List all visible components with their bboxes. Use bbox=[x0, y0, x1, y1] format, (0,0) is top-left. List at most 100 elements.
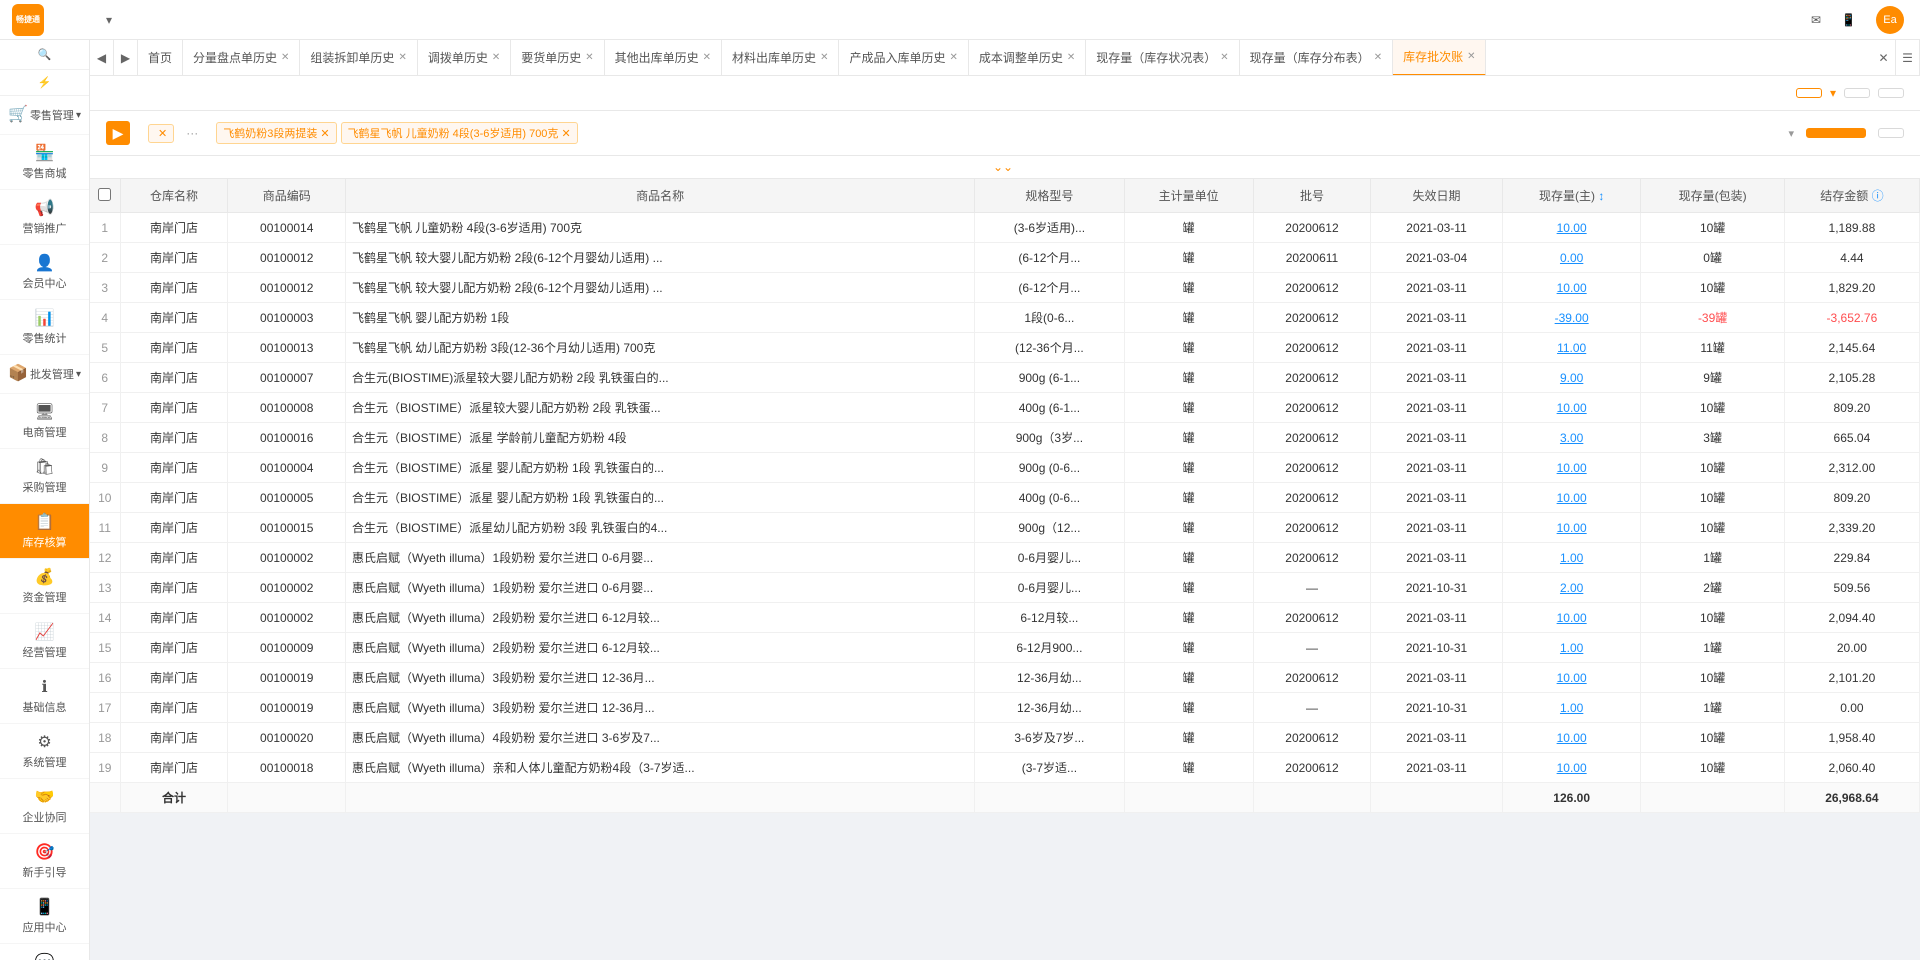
info-icon-amount[interactable]: ⓘ bbox=[1872, 189, 1884, 203]
cell-8-qty-main[interactable]: 3.00 bbox=[1502, 423, 1641, 453]
warehouse-tag-close[interactable]: ✕ bbox=[158, 127, 167, 140]
tab-transfer[interactable]: 调拨单历史 ✕ bbox=[418, 40, 511, 76]
sidebar-item-retail_shop[interactable]: 🏪 零售商城 bbox=[0, 135, 89, 190]
tab-prev-btn[interactable]: ◀ bbox=[90, 40, 114, 76]
sort-icon-qty[interactable]: ↕ bbox=[1598, 189, 1604, 203]
cell-10-expire: 2021-03-11 bbox=[1371, 483, 1503, 513]
tab-inventory_status[interactable]: 现存量（库存状况表） ✕ bbox=[1086, 40, 1239, 76]
cell-13-expire: 2021-10-31 bbox=[1371, 573, 1503, 603]
cell-2-qty-main[interactable]: 0.00 bbox=[1502, 243, 1641, 273]
cell-11-qty-main[interactable]: 10.00 bbox=[1502, 513, 1641, 543]
template-print-btn[interactable] bbox=[1796, 88, 1822, 98]
sidebar-item-retail_stat[interactable]: 📊 零售统计 bbox=[0, 300, 89, 355]
cell-1-amount: 1,189.88 bbox=[1784, 213, 1919, 243]
tab-other_out[interactable]: 其他出库单历史 ✕ bbox=[605, 40, 722, 76]
message-action[interactable]: ✉ bbox=[1811, 13, 1825, 27]
cell-13-qty-main[interactable]: 2.00 bbox=[1502, 573, 1641, 603]
cell-6-qty-main[interactable]: 9.00 bbox=[1502, 363, 1641, 393]
tab-close-other_out[interactable]: ✕ bbox=[703, 52, 711, 63]
sidebar-item-purchase[interactable]: 🛍 采购管理 bbox=[0, 449, 89, 504]
tab-inventory_dist[interactable]: 现存量（库存分布表） ✕ bbox=[1240, 40, 1393, 76]
cell-15-amount: 20.00 bbox=[1784, 633, 1919, 663]
sidebar-item-guide[interactable]: 🎯 新手引导 bbox=[0, 834, 89, 889]
sidebar-item-wholesale[interactable]: 📦 批发管理 ▾ bbox=[0, 355, 89, 394]
tab-close-inventory_batch[interactable]: ✕ bbox=[1467, 51, 1475, 62]
tab-close-disassembly[interactable]: ✕ bbox=[398, 52, 406, 63]
sidebar-item-inventory[interactable]: 📋 库存核算 bbox=[0, 504, 89, 559]
tab-cost_adjust[interactable]: 成本调整单历史 ✕ bbox=[969, 40, 1086, 76]
cell-13-name: 惠氏启赋（Wyeth illuma）1段奶粉 爱尔兰进口 0-6月婴... bbox=[345, 573, 974, 603]
cell-11-spec: 900g（12... bbox=[975, 513, 1124, 543]
cell-8-seq: 8 bbox=[90, 423, 120, 453]
sidebar-item-member[interactable]: 👤 会员中心 bbox=[0, 245, 89, 300]
tab-inventory_batch[interactable]: 库存批次账 ✕ bbox=[1393, 40, 1486, 76]
tab-close-split_inventory[interactable]: ✕ bbox=[281, 52, 289, 63]
sidebar-item-enterprise[interactable]: 🤝 企业协同 bbox=[0, 779, 89, 834]
cell-9-qty-main[interactable]: 10.00 bbox=[1502, 453, 1641, 483]
tab-close-transfer[interactable]: ✕ bbox=[492, 52, 500, 63]
cell-7-qty-main[interactable]: 10.00 bbox=[1502, 393, 1641, 423]
sidebar-icon-operations: 📈 bbox=[35, 622, 55, 642]
query-btn[interactable] bbox=[1806, 128, 1866, 138]
tab-close-btn[interactable]: ✕ bbox=[1872, 40, 1896, 76]
filter-dropdown-btn[interactable]: ▾ bbox=[1788, 127, 1794, 140]
cell-5-qty-main[interactable]: 11.00 bbox=[1502, 333, 1641, 363]
cell-18-unit: 罐 bbox=[1124, 723, 1253, 753]
tab-next-btn[interactable]: ▶ bbox=[114, 40, 138, 76]
sidebar-quick-nav[interactable]: ⚡ bbox=[0, 70, 89, 96]
tab-requisition[interactable]: 要货单历史 ✕ bbox=[511, 40, 604, 76]
tab-home[interactable]: 首页 bbox=[138, 40, 183, 76]
tab-material_out[interactable]: 材料出库单历史 ✕ bbox=[722, 40, 839, 76]
product-tag-close-1[interactable]: ✕ bbox=[561, 127, 570, 140]
cell-18-qty-main[interactable]: 10.00 bbox=[1502, 723, 1641, 753]
tab-close-cost_adjust[interactable]: ✕ bbox=[1067, 52, 1075, 63]
sidebar-item-app_center[interactable]: 📱 应用中心 bbox=[0, 889, 89, 944]
cell-16-qty-main[interactable]: 10.00 bbox=[1502, 663, 1641, 693]
cell-10-qty-main[interactable]: 10.00 bbox=[1502, 483, 1641, 513]
sidebar-item-operations[interactable]: 📈 经营管理 bbox=[0, 614, 89, 669]
total-cell-0 bbox=[90, 783, 120, 813]
cell-14-qty-main[interactable]: 10.00 bbox=[1502, 603, 1641, 633]
dropdown-icon[interactable]: ▾ bbox=[106, 13, 112, 27]
cell-19-qty-main[interactable]: 10.00 bbox=[1502, 753, 1641, 783]
sidebar-item-marketing[interactable]: 📢 营销推广 bbox=[0, 190, 89, 245]
sidebar-item-finance[interactable]: 💰 资金管理 bbox=[0, 559, 89, 614]
sidebar-item-system[interactable]: ⚙ 系统管理 bbox=[0, 724, 89, 779]
col-header-5: 主计量单位 bbox=[1124, 179, 1253, 213]
expand-more-btn[interactable]: ⌄⌄ bbox=[993, 160, 1017, 174]
cell-12-qty-pack: 1罐 bbox=[1641, 543, 1784, 573]
total-cell-4 bbox=[975, 783, 1124, 813]
sidebar-item-wechat[interactable]: 💬 企业微信 bbox=[0, 944, 89, 960]
sidebar-item-basic[interactable]: ℹ 基础信息 bbox=[0, 669, 89, 724]
sidebar-search[interactable]: 🔍 bbox=[0, 40, 89, 70]
tab-split_inventory[interactable]: 分量盘点单历史 ✕ bbox=[183, 40, 300, 76]
cell-4-qty-main[interactable]: -39.00 bbox=[1502, 303, 1641, 333]
tab-disassembly[interactable]: 组装拆卸单历史 ✕ bbox=[300, 40, 417, 76]
cell-12-qty-main[interactable]: 1.00 bbox=[1502, 543, 1641, 573]
cell-17-qty-main[interactable]: 1.00 bbox=[1502, 693, 1641, 723]
settings-btn-right[interactable] bbox=[1878, 128, 1904, 138]
refresh-btn[interactable] bbox=[1878, 88, 1904, 98]
filter-expand-btn[interactable]: ▶ bbox=[106, 121, 130, 145]
app-download-action[interactable]: 📱 bbox=[1841, 13, 1860, 27]
total-amount: 26,968.64 bbox=[1784, 783, 1919, 813]
template-print-arrow[interactable]: ▾ bbox=[1830, 86, 1836, 100]
cell-3-qty-main[interactable]: 10.00 bbox=[1502, 273, 1641, 303]
user-profile-action[interactable]: Ea bbox=[1876, 6, 1908, 34]
select-all-checkbox[interactable] bbox=[98, 188, 111, 201]
tab-menu-btn[interactable]: ☰ bbox=[1896, 40, 1920, 76]
cell-5-code: 00100013 bbox=[228, 333, 345, 363]
sidebar-item-retail[interactable]: 🛒 零售管理 ▾ bbox=[0, 96, 89, 135]
tab-product_in[interactable]: 产成品入库单历史 ✕ bbox=[839, 40, 968, 76]
product-tag-close-0[interactable]: ✕ bbox=[320, 127, 329, 140]
sidebar-item-ecommerce[interactable]: 🖥 电商管理 bbox=[0, 394, 89, 449]
tab-close-requisition[interactable]: ✕ bbox=[585, 52, 593, 63]
cell-2-warehouse: 南岸门店 bbox=[120, 243, 228, 273]
export-btn[interactable] bbox=[1844, 88, 1870, 98]
tab-close-inventory_status[interactable]: ✕ bbox=[1220, 52, 1228, 63]
cell-15-qty-main[interactable]: 1.00 bbox=[1502, 633, 1641, 663]
cell-1-qty-main[interactable]: 10.00 bbox=[1502, 213, 1641, 243]
tab-close-product_in[interactable]: ✕ bbox=[949, 52, 957, 63]
tab-close-inventory_dist[interactable]: ✕ bbox=[1374, 52, 1382, 63]
tab-close-material_out[interactable]: ✕ bbox=[820, 52, 828, 63]
